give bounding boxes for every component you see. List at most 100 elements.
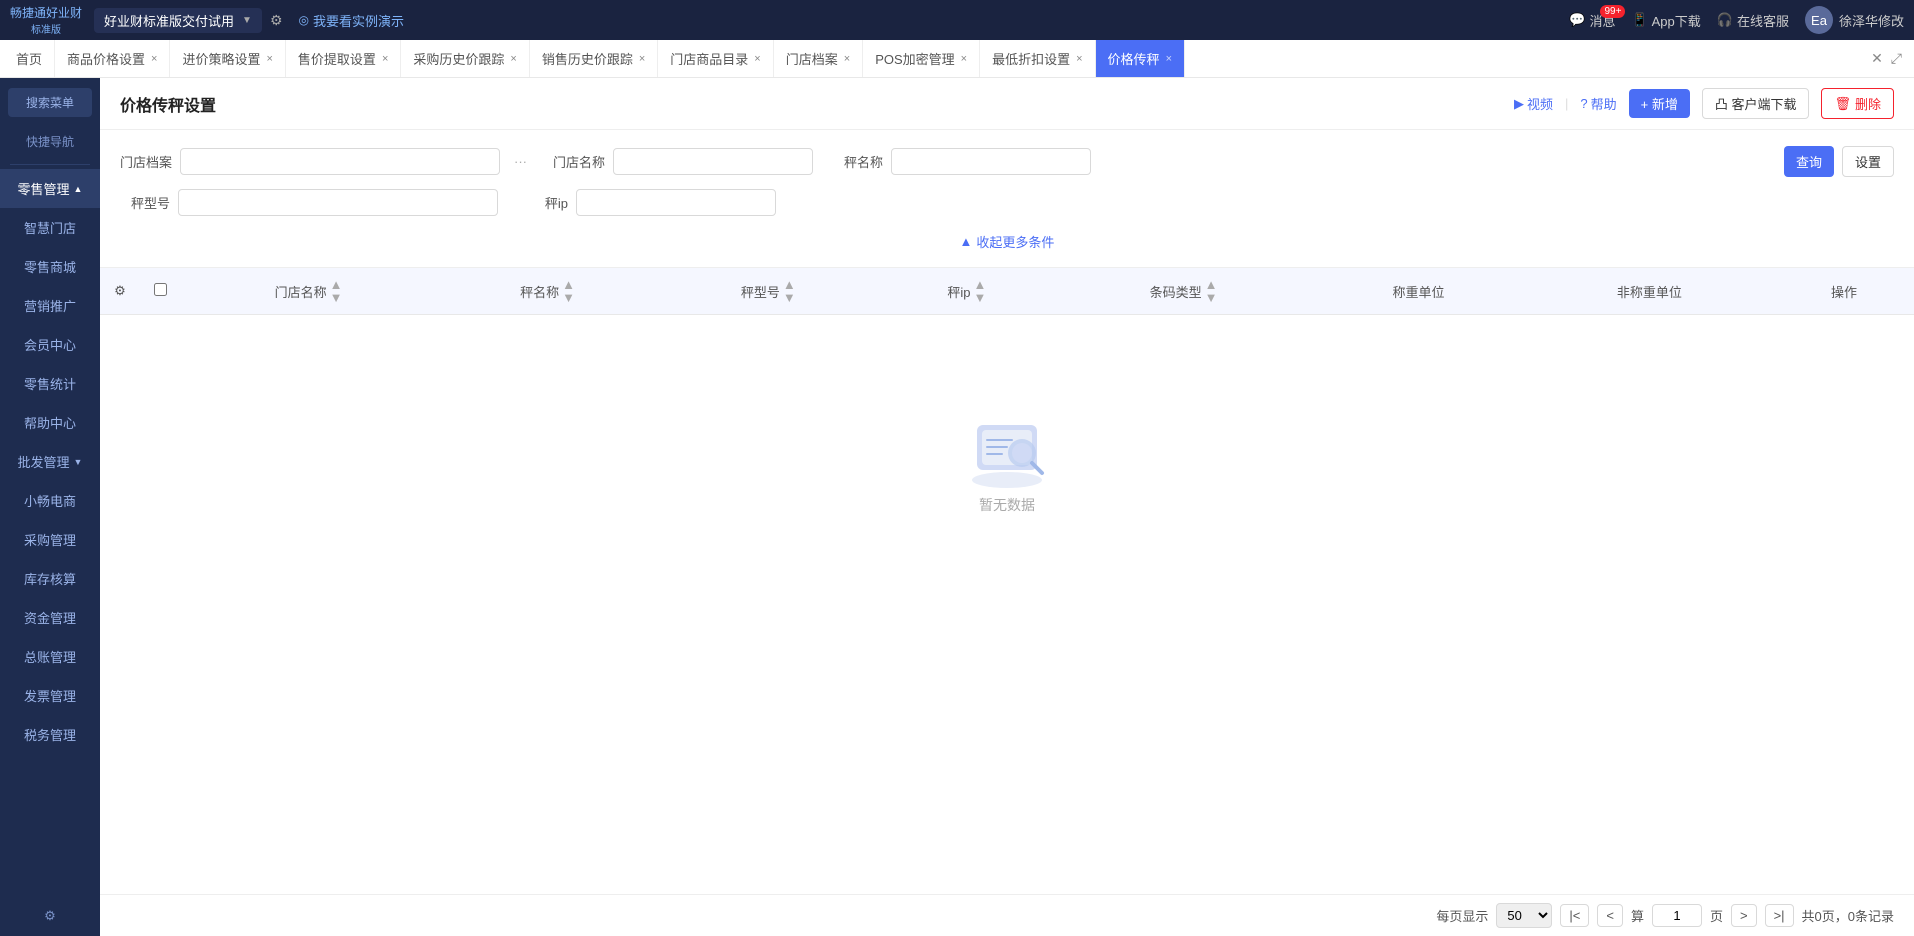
user-menu[interactable]: Ea 徐泽华修改 (1805, 6, 1904, 34)
tab-home-label: 首页 (16, 49, 42, 68)
tab-sale-extract[interactable]: 售价提取设置 × (286, 40, 401, 77)
tab-purchase-history[interactable]: 采购历史价跟踪 × (401, 40, 529, 77)
sidebar-item-tax-manage[interactable]: 税务管理 (0, 715, 100, 754)
delete-button[interactable]: 🗑 删除 (1821, 88, 1894, 119)
close-icon[interactable]: × (844, 53, 850, 65)
tab-store-catalog[interactable]: 门店商品目录 × (658, 40, 773, 77)
sidebar-item-label: 采购管理 (24, 530, 76, 549)
sidebar-item-retail-stats[interactable]: 零售统计 (0, 364, 100, 403)
sort-scale-ip[interactable]: 秤ip ▲▼ (891, 278, 1043, 304)
tab-expand-icon[interactable]: ⤢ (1891, 50, 1902, 67)
sidebar-item-help-center[interactable]: 帮助中心 (0, 403, 100, 442)
store-archive-input[interactable] (180, 148, 500, 175)
messages-btn[interactable]: 💬 消息 99+ (1569, 11, 1615, 30)
online-service-btn[interactable]: 🎧 在线客服 (1717, 11, 1789, 30)
select-all-checkbox[interactable] (154, 283, 167, 296)
close-icon[interactable]: × (1076, 53, 1082, 65)
tab-store-archive[interactable]: 门店档案 × (774, 40, 863, 77)
per-page-label: 每页显示 (1436, 906, 1488, 925)
scale-name-input[interactable] (891, 148, 1091, 175)
sidebar-item-label: 批发管理 (18, 452, 70, 471)
close-icon[interactable]: × (1166, 53, 1172, 65)
collapse-button[interactable]: ▲ 收起更多条件 (960, 232, 1055, 251)
close-icon[interactable]: × (151, 53, 157, 65)
sidebar-item-member-center[interactable]: 会员中心 (0, 325, 100, 364)
tab-close-icon[interactable]: ✕ (1871, 50, 1883, 67)
tab-pos-manage[interactable]: POS加密管理 × (863, 40, 980, 77)
tab-pos-manage-label: POS加密管理 (875, 49, 954, 68)
per-page-select[interactable]: 10 20 50 100 (1496, 903, 1552, 928)
app-title: 畅捷通好业财 (10, 4, 82, 21)
tab-price-transfer[interactable]: 价格传秤 × (1096, 40, 1185, 77)
sidebar-item-retail-manage[interactable]: 零售管理 (0, 169, 100, 208)
gear-icon: ⚙ (44, 908, 56, 923)
close-icon[interactable]: × (754, 53, 760, 65)
app-download-btn[interactable]: 📱 App下载 (1631, 11, 1700, 30)
messages-badge: 99+ (1600, 5, 1625, 18)
sort-icon: ▲▼ (1205, 278, 1218, 304)
sidebar-item-invoice-manage[interactable]: 发票管理 (0, 676, 100, 715)
tab-purchase-strategy[interactable]: 进价策略设置 × (170, 40, 285, 77)
first-page-button[interactable]: |< (1560, 904, 1589, 927)
filter-buttons: 查询 设置 (1784, 146, 1894, 177)
tab-store-catalog-label: 门店商品目录 (670, 49, 748, 68)
sidebar-item-general-ledger[interactable]: 总账管理 (0, 637, 100, 676)
col-settings[interactable]: ⚙ (100, 268, 140, 315)
chevron-down-icon: ▼ (242, 15, 252, 26)
sidebar-item-label: 零售管理 (18, 179, 70, 198)
sidebar-search: 搜索菜单 (0, 78, 100, 123)
add-button[interactable]: + 新增 (1629, 89, 1690, 118)
first-page-icon: |< (1569, 908, 1580, 923)
close-icon[interactable]: × (266, 53, 272, 65)
gear-icon[interactable]: ⚙ (270, 12, 283, 29)
sidebar-item-retail-mall[interactable]: 零售商城 (0, 247, 100, 286)
sort-store-name[interactable]: 门店名称 ▲▼ (192, 278, 425, 304)
help-link[interactable]: ? 帮助 (1580, 94, 1616, 113)
store-name-input[interactable] (613, 148, 813, 175)
demo-link[interactable]: 我要看实例演示 (299, 11, 405, 30)
sidebar-item-wholesale-manage[interactable]: 批发管理 (0, 442, 100, 481)
tab-price-setting[interactable]: 商品价格设置 × (55, 40, 170, 77)
last-page-button[interactable]: >| (1765, 904, 1794, 927)
sidebar-item-purchase-manage[interactable]: 采购管理 (0, 520, 100, 559)
add-label: + 新增 (1641, 94, 1678, 113)
page-header-actions: ▶ 视频 | ? 帮助 + 新增 凸 客户端下载 🗑 删除 (1514, 88, 1894, 119)
version-selector[interactable]: 好业财标准版交付试用 ▼ (94, 8, 262, 33)
help-label: 帮助 (1591, 94, 1617, 113)
sidebar-item-xiaochang-ecommerce[interactable]: 小畅电商 (0, 481, 100, 520)
next-page-button[interactable]: > (1731, 904, 1757, 927)
close-icon[interactable]: × (639, 53, 645, 65)
top-bar: 畅捷通好业财 标准版 好业财标准版交付试用 ▼ ⚙ 我要看实例演示 💬 消息 9… (0, 0, 1914, 40)
col-scale-ip: 秤ip ▲▼ (879, 268, 1055, 315)
page-number-input[interactable] (1652, 904, 1702, 927)
settings-button[interactable]: 设置 (1842, 146, 1894, 177)
sidebar-item-inventory[interactable]: 库存核算 (0, 559, 100, 598)
close-icon[interactable]: × (961, 53, 967, 65)
tab-home[interactable]: 首页 (4, 40, 55, 77)
sidebar-item-smart-store[interactable]: 智慧门店 (0, 208, 100, 247)
sidebar-item-marketing[interactable]: 营销推广 (0, 286, 100, 325)
more-dots-icon[interactable]: ··· (508, 154, 533, 169)
tab-sale-history[interactable]: 销售历史价跟踪 × (530, 40, 658, 77)
sort-scale-name[interactable]: 秤名称 ▲▼ (449, 278, 646, 304)
sort-icon: ▲▼ (783, 278, 796, 304)
prev-page-button[interactable]: < (1597, 904, 1623, 927)
tab-min-discount[interactable]: 最低折扣设置 × (980, 40, 1095, 77)
tab-sale-history-label: 销售历史价跟踪 (542, 49, 633, 68)
sidebar-gear-button[interactable]: ⚙ (44, 896, 56, 936)
close-icon[interactable]: × (510, 53, 516, 65)
sidebar-item-finance[interactable]: 资金管理 (0, 598, 100, 637)
download-client-button[interactable]: 凸 客户端下载 (1702, 88, 1810, 119)
close-icon[interactable]: × (382, 53, 388, 65)
quick-nav-button[interactable]: 快捷导航 (8, 129, 92, 154)
col-barcode-type: 条码类型 ▲▼ (1055, 268, 1312, 315)
sort-scale-model[interactable]: 秤型号 ▲▼ (670, 278, 867, 304)
sort-barcode-type[interactable]: 条码类型 ▲▼ (1067, 278, 1300, 304)
empty-state: 暂无数据 (100, 315, 1914, 595)
scale-ip-input[interactable] (576, 189, 776, 216)
filter-collapse: ▲ 收起更多条件 (120, 228, 1894, 259)
search-menu-button[interactable]: 搜索菜单 (8, 88, 92, 117)
query-button[interactable]: 查询 (1784, 146, 1834, 177)
video-link[interactable]: ▶ 视频 (1514, 94, 1553, 113)
scale-model-input[interactable] (178, 189, 498, 216)
